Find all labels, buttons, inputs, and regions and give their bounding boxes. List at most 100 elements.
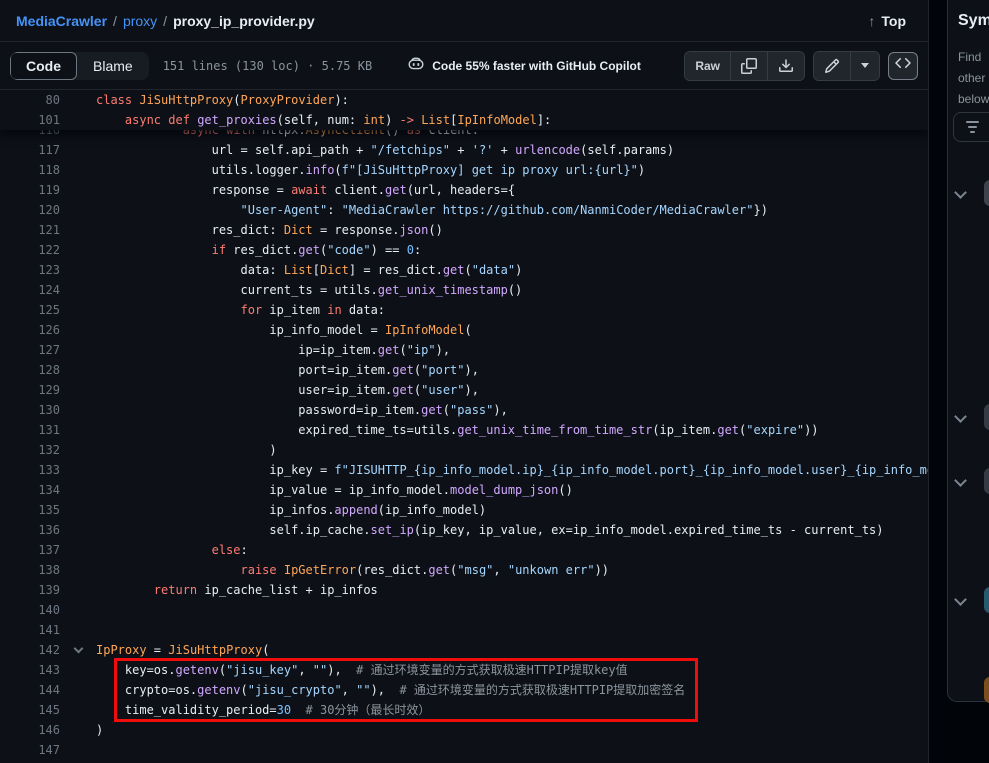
line-number[interactable]: 141: [0, 620, 60, 640]
symbols-description-line: other: [958, 68, 989, 89]
gutter-spacer: [60, 420, 96, 440]
breadcrumb-repo-link[interactable]: MediaCrawler: [16, 13, 107, 29]
line-number[interactable]: 80: [0, 90, 60, 110]
breadcrumb-folder-link[interactable]: proxy: [123, 13, 157, 29]
code-line: 130 password=ip_item.get("pass"),: [0, 400, 928, 420]
line-number[interactable]: 135: [0, 500, 60, 520]
raw-copy-download-group: Raw: [684, 51, 805, 81]
symbols-filter-button[interactable]: [953, 112, 989, 142]
symbol-badge[interactable]: [984, 468, 989, 494]
code-line: 101 async def get_proxies(self, num: int…: [0, 110, 928, 130]
code-line: 80class JiSuHttpProxy(ProxyProvider):: [0, 90, 928, 110]
scroll-to-top-button[interactable]: ↑ Top: [862, 9, 912, 33]
symbol-badge[interactable]: [984, 677, 989, 703]
symbol-badge[interactable]: [984, 587, 989, 613]
symbols-panel-toggle-button[interactable]: [888, 52, 918, 80]
gutter-spacer: [60, 260, 96, 280]
line-number[interactable]: 130: [0, 400, 60, 420]
code-line: 134 ip_value = ip_info_model.model_dump_…: [0, 480, 928, 500]
line-number[interactable]: 145: [0, 700, 60, 720]
code-blame-switch: Code Blame: [10, 52, 149, 80]
gutter-spacer: [60, 110, 96, 130]
gutter-spacer: [60, 320, 96, 340]
line-number[interactable]: 138: [0, 560, 60, 580]
code-line: 125 for ip_item in data:: [0, 300, 928, 320]
code-line: 126 ip_info_model = IpInfoModel(: [0, 320, 928, 340]
line-number[interactable]: 143: [0, 660, 60, 680]
line-number[interactable]: 147: [0, 740, 60, 760]
edit-dropdown-button[interactable]: [850, 52, 879, 80]
code-text: user=ip_item.get("user"),: [96, 380, 928, 400]
code-line: 122 if res_dict.get("code") == 0:: [0, 240, 928, 260]
chevron-down-icon: [73, 644, 83, 654]
line-number[interactable]: 127: [0, 340, 60, 360]
line-number[interactable]: 140: [0, 600, 60, 620]
line-number[interactable]: 128: [0, 360, 60, 380]
tab-code[interactable]: Code: [10, 52, 77, 80]
code-text: [96, 620, 928, 640]
line-number[interactable]: 132: [0, 440, 60, 460]
code-line: 120 "User-Agent": "MediaCrawler https://…: [0, 200, 928, 220]
code-line: 138 raise IpGetError(res_dict.get("msg",…: [0, 560, 928, 580]
code-line: 123 data: List[Dict] = res_dict.get("dat…: [0, 260, 928, 280]
line-number[interactable]: 118: [0, 160, 60, 180]
line-number[interactable]: 117: [0, 140, 60, 160]
code-line: 128 port=ip_item.get("port"),: [0, 360, 928, 380]
symbol-badge[interactable]: [984, 404, 989, 430]
gutter-spacer: [60, 500, 96, 520]
gutter-spacer: [60, 360, 96, 380]
code-line: 132 ): [0, 440, 928, 460]
code-text: ip=ip_item.get("ip"),: [96, 340, 928, 360]
line-number[interactable]: 122: [0, 240, 60, 260]
symbol-expand-chevron-icon[interactable]: [954, 474, 967, 487]
line-number[interactable]: 101: [0, 110, 60, 130]
line-number[interactable]: 129: [0, 380, 60, 400]
code-line: 129 user=ip_item.get("user"),: [0, 380, 928, 400]
download-button[interactable]: [767, 52, 804, 80]
line-number[interactable]: 123: [0, 260, 60, 280]
gutter-spacer: [60, 90, 96, 110]
gutter-spacer: [60, 140, 96, 160]
edit-button[interactable]: [814, 52, 850, 80]
line-number[interactable]: 146: [0, 720, 60, 740]
line-number[interactable]: 144: [0, 680, 60, 700]
symbols-panel-description: Find other below: [958, 47, 989, 110]
line-number[interactable]: 137: [0, 540, 60, 560]
breadcrumb-file-name: proxy_ip_provider.py: [173, 13, 315, 29]
line-number[interactable]: 119: [0, 180, 60, 200]
line-number[interactable]: 142: [0, 640, 60, 660]
copy-button[interactable]: [730, 52, 767, 80]
line-number[interactable]: 131: [0, 420, 60, 440]
line-number[interactable]: 125: [0, 300, 60, 320]
line-number[interactable]: 134: [0, 480, 60, 500]
symbol-expand-chevron-icon[interactable]: [954, 410, 967, 423]
code-line: 140: [0, 600, 928, 620]
code-line: 119 response = await client.get(url, hea…: [0, 180, 928, 200]
line-number[interactable]: 121: [0, 220, 60, 240]
line-number[interactable]: 133: [0, 460, 60, 480]
breadcrumb-separator: /: [113, 13, 117, 29]
line-number[interactable]: 126: [0, 320, 60, 340]
code-text: if res_dict.get("code") == 0:: [96, 240, 928, 260]
tab-blame[interactable]: Blame: [77, 52, 149, 80]
gutter-spacer: [60, 240, 96, 260]
symbol-expand-chevron-icon[interactable]: [954, 593, 967, 606]
gutter-spacer: [60, 160, 96, 180]
collapse-region-chevron[interactable]: [60, 640, 96, 660]
raw-button[interactable]: Raw: [685, 52, 730, 80]
symbol-expand-chevron-icon[interactable]: [954, 186, 967, 199]
file-toolbar: Code Blame 151 lines (130 loc) · 5.75 KB…: [0, 42, 928, 90]
code-text: async def get_proxies(self, num: int) ->…: [96, 110, 928, 130]
code-text: ip_value = ip_info_model.model_dump_json…: [96, 480, 928, 500]
copy-icon: [741, 58, 757, 74]
code-line: 133 ip_key = f"JISUHTTP_{ip_info_model.i…: [0, 460, 928, 480]
line-number[interactable]: 124: [0, 280, 60, 300]
symbols-panel-heading: Sym: [958, 12, 989, 30]
line-number[interactable]: 139: [0, 580, 60, 600]
filter-icon: [966, 121, 979, 133]
symbol-badge[interactable]: [984, 180, 989, 206]
line-number[interactable]: 136: [0, 520, 60, 540]
line-number[interactable]: 120: [0, 200, 60, 220]
copilot-banner[interactable]: Code 55% faster with GitHub Copilot: [408, 56, 641, 75]
download-icon: [778, 58, 794, 74]
